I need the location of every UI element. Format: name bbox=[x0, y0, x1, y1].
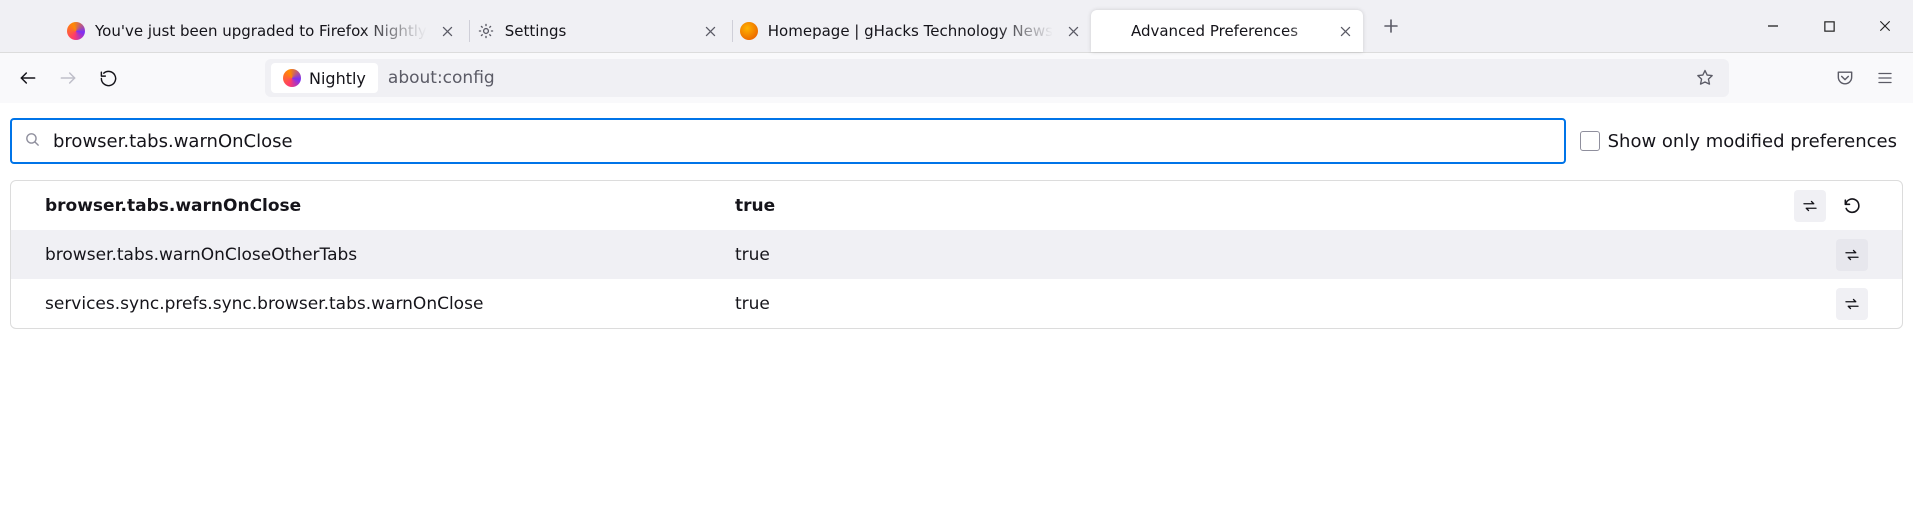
toggle-button[interactable] bbox=[1836, 239, 1868, 271]
checkbox-icon[interactable] bbox=[1580, 131, 1600, 151]
pref-name: browser.tabs.warnOnCloseOtherTabs bbox=[45, 245, 735, 265]
close-window-button[interactable] bbox=[1857, 0, 1913, 52]
reset-button[interactable] bbox=[1836, 190, 1868, 222]
show-modified-label: Show only modified preferences bbox=[1608, 131, 1897, 152]
window-controls bbox=[1745, 0, 1913, 52]
nav-toolbar: Nightly about:config bbox=[0, 53, 1913, 103]
minimize-button[interactable] bbox=[1745, 0, 1801, 52]
tab-label: Homepage | gHacks Technology News bbox=[768, 22, 1053, 40]
toggle-button[interactable] bbox=[1836, 288, 1868, 320]
pref-search-input[interactable] bbox=[53, 131, 1552, 152]
back-button[interactable] bbox=[10, 60, 46, 96]
pocket-icon[interactable] bbox=[1827, 60, 1863, 96]
identity-box[interactable]: Nightly bbox=[271, 63, 378, 93]
new-tab-button[interactable] bbox=[1373, 8, 1409, 44]
toggle-button[interactable] bbox=[1794, 190, 1826, 222]
pref-row[interactable]: browser.tabs.warnOnClose true bbox=[11, 181, 1902, 230]
bookmark-star-icon[interactable] bbox=[1687, 60, 1723, 96]
pref-row[interactable]: services.sync.prefs.sync.browser.tabs.wa… bbox=[11, 279, 1902, 328]
tab-ghacks[interactable]: Homepage | gHacks Technology News bbox=[728, 10, 1091, 52]
tab-label: Settings bbox=[505, 22, 690, 40]
close-icon[interactable] bbox=[1335, 20, 1357, 42]
tabstrip: You've just been upgraded to Firefox Nig… bbox=[55, 0, 1363, 52]
blank-icon bbox=[1103, 22, 1121, 40]
tab-upgraded[interactable]: You've just been upgraded to Firefox Nig… bbox=[55, 10, 465, 52]
url-text: about:config bbox=[388, 68, 495, 88]
pref-value: true bbox=[735, 245, 1836, 265]
ghacks-icon bbox=[740, 22, 758, 40]
search-icon bbox=[24, 131, 41, 152]
tab-label: Advanced Preferences bbox=[1131, 22, 1325, 40]
firefox-icon bbox=[283, 69, 301, 87]
show-modified-toggle[interactable]: Show only modified preferences bbox=[1580, 131, 1903, 152]
pref-name: browser.tabs.warnOnClose bbox=[45, 196, 735, 216]
pref-name: services.sync.prefs.sync.browser.tabs.wa… bbox=[45, 294, 735, 314]
identity-label: Nightly bbox=[309, 69, 366, 88]
close-icon[interactable] bbox=[1063, 20, 1085, 42]
forward-button[interactable] bbox=[50, 60, 86, 96]
app-menu-button[interactable] bbox=[1867, 60, 1903, 96]
url-bar[interactable]: Nightly about:config bbox=[265, 59, 1729, 97]
tab-label: You've just been upgraded to Firefox Nig… bbox=[95, 22, 427, 40]
aboutconfig-content: Show only modified preferences browser.t… bbox=[0, 103, 1913, 344]
close-icon[interactable] bbox=[437, 20, 459, 42]
pref-value: true bbox=[735, 196, 1794, 216]
pref-search-box[interactable] bbox=[10, 118, 1566, 164]
firefox-icon bbox=[67, 22, 85, 40]
reload-button[interactable] bbox=[90, 60, 126, 96]
maximize-button[interactable] bbox=[1801, 0, 1857, 52]
tab-advanced-preferences[interactable]: Advanced Preferences bbox=[1091, 10, 1363, 52]
pref-row[interactable]: browser.tabs.warnOnCloseOtherTabs true bbox=[11, 230, 1902, 279]
close-icon[interactable] bbox=[700, 20, 722, 42]
pref-value: true bbox=[735, 294, 1836, 314]
tab-settings[interactable]: Settings bbox=[465, 10, 728, 52]
search-row: Show only modified preferences bbox=[10, 118, 1903, 164]
titlebar: You've just been upgraded to Firefox Nig… bbox=[0, 0, 1913, 53]
pref-table: browser.tabs.warnOnClose true browser.ta… bbox=[10, 180, 1903, 329]
gear-icon bbox=[477, 22, 495, 40]
